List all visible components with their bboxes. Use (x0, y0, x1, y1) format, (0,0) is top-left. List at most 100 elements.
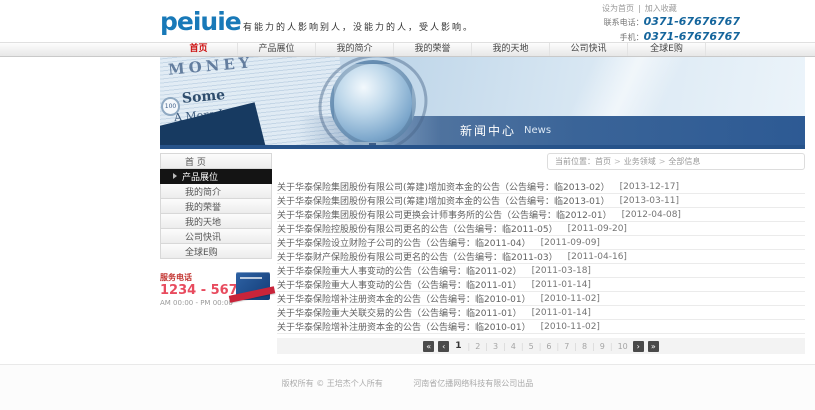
nav-item-world[interactable]: 我的天地 (472, 43, 550, 56)
news-link[interactable]: 关于华泰保险重大人事变动的公告（公告编号：临2011-01） (277, 278, 522, 291)
sidebar-item-label: 产品展位 (182, 170, 218, 183)
news-date: [2011-04-16] (568, 252, 627, 262)
news-date: [2011-01-14] (532, 308, 591, 318)
breadcrumb-crumbs: 首页>业务领域>全部信息 (595, 156, 700, 167)
arrow-right-icon (173, 173, 177, 179)
news-row: 关于华泰保险控股股份有限公司更名的公告（公告编号：临2011-05）[2011-… (277, 222, 805, 236)
pagination-page-link[interactable]: 10 (618, 342, 628, 351)
news-row: 关于华泰保险增补注册资本金的公告（公告编号：临2010-01） [2010-11-… (277, 292, 805, 306)
footer: 版权所有 © 王培杰个人所有 河南省亿播网络科技有限公司出品 (0, 364, 815, 410)
pagination-page-link[interactable]: 5 (529, 342, 534, 351)
pagination-current-page: 1 (455, 341, 461, 351)
sidebar-item-products[interactable]: 产品展位 (160, 169, 272, 184)
news-link[interactable]: 关于华泰保险集团股份有限公司(筹建)增加资本金的公告（公告编号：临2013-01… (277, 194, 610, 207)
news-row: 关于华泰保险重大人事变动的公告（公告编号：临2011-02） [2011-03-1… (277, 264, 805, 278)
breadcrumb-separator: > (659, 157, 666, 166)
pagination-separator: | (485, 342, 488, 351)
navbar: 首页产品展位我的简介我的荣誉我的天地公司快讯全球E购 (0, 42, 815, 57)
nav-item-products[interactable]: 产品展位 (238, 43, 316, 56)
banner: MONEY Some A More L 100 新闻中心 News (160, 57, 805, 149)
mobile-label: 手机： (620, 33, 644, 42)
news-link[interactable]: 关于华泰保险集团股份有限公司(筹建)增加资本金的公告（公告编号：临2013-02… (277, 180, 610, 193)
footer-producer: 河南省亿播网络科技有限公司出品 (413, 379, 533, 388)
news-date: [2010-11-02] (541, 294, 600, 304)
pagination-page-link[interactable]: 6 (546, 342, 551, 351)
quick-links-separator: | (638, 4, 641, 13)
news-row: 关于华泰保险集团股份有限公司(筹建)增加资本金的公告（公告编号：临2013-02… (277, 180, 805, 194)
news-link[interactable]: 关于华泰保险控股股份有限公司更名的公告（公告编号：临2011-05） (277, 222, 558, 235)
pagination-prev-button[interactable]: ‹ (438, 341, 449, 352)
sidebar-item-honor[interactable]: 我的荣誉 (160, 199, 272, 214)
pagination-separator: | (556, 342, 559, 351)
sidebar-item-label: 我的天地 (185, 215, 221, 228)
news-date: [2013-03-11] (620, 196, 679, 206)
sidebar-item-shop[interactable]: 全球E购 (160, 244, 272, 259)
pagination-page-link[interactable]: 3 (493, 342, 498, 351)
sidebar-item-news[interactable]: 公司快讯 (160, 229, 272, 244)
breadcrumb: 当前位置： 首页>业务领域>全部信息 (547, 153, 805, 170)
news-link[interactable]: 关于华泰保险增补注册资本金的公告（公告编号：临2010-01） (277, 292, 531, 305)
pagination-next-button[interactable]: › (633, 341, 644, 352)
nav-item-shop[interactable]: 全球E购 (628, 43, 706, 56)
nav-item-profile[interactable]: 我的简介 (316, 43, 394, 56)
footer-copyright: 版权所有 © 王培杰个人所有 (282, 379, 383, 388)
nav-item-honor[interactable]: 我的荣誉 (394, 43, 472, 56)
news-date: [2012-04-08] (622, 210, 681, 220)
banner-title-cn: 新闻中心 (460, 122, 516, 139)
breadcrumb-link[interactable]: 全部信息 (668, 157, 700, 166)
page: peiuie 有能力的人影响别人，没能力的人，受人影响。 设为首页 | 加入收藏 联… (0, 0, 815, 400)
sidebar-item-world[interactable]: 我的天地 (160, 214, 272, 229)
pagination-separator: | (592, 342, 595, 351)
news-date: [2011-03-18] (532, 266, 591, 276)
sidebar-item-label: 全球E购 (185, 245, 218, 258)
coin-graphic: 100 (161, 97, 180, 116)
phone-number: 0371-67676767 (644, 15, 740, 28)
news-row: 关于华泰保险重大关联交易的公告（公告编号：临2011-01） [2011-01-1… (277, 306, 805, 320)
news-date: [2011-09-09] (541, 238, 600, 248)
news-link[interactable]: 关于华泰保险重大关联交易的公告（公告编号：临2011-01） (277, 306, 522, 319)
pagination-page-link[interactable]: 4 (511, 342, 516, 351)
add-favorite-link[interactable]: 加入收藏 (645, 4, 677, 13)
contact-phone-row: 联系电话：0371-67676767 (604, 14, 740, 29)
main: 首 页产品展位我的简介我的荣誉我的天地公司快讯全球E购 服务电话 1234 - … (160, 153, 805, 354)
pagination-page-link[interactable]: 9 (600, 342, 605, 351)
breadcrumb-link[interactable]: 业务领域 (624, 157, 656, 166)
set-home-link[interactable]: 设为首页 (602, 4, 634, 13)
sidebar-item-profile[interactable]: 我的简介 (160, 184, 272, 199)
pagination-separator: | (468, 342, 471, 351)
contact-mobile-row: 手机：0371-67676767 (604, 29, 740, 44)
sidebar-menu: 首 页产品展位我的简介我的荣誉我的天地公司快讯全球E购 (160, 153, 272, 259)
quick-links: 设为首页 | 加入收藏 (598, 3, 681, 14)
news-row: 关于华泰保险重大人事变动的公告（公告编号：临2011-01）[2011-01-1… (277, 278, 805, 292)
pagination-page-link[interactable]: 8 (582, 342, 587, 351)
globe-icon (330, 60, 416, 146)
pagination-separator: | (539, 342, 542, 351)
tagline: 有能力的人影响别人，没能力的人，受人影响。 (243, 20, 474, 33)
news-link[interactable]: 关于华泰保险增补注册资本金的公告（公告编号：临2010-01） (277, 320, 531, 333)
breadcrumb-link[interactable]: 首页 (595, 157, 611, 166)
news-link[interactable]: 关于华泰保险集团股份有限公司更换会计师事务所的公告（公告编号：临2012-01） (277, 208, 612, 221)
logo: peiuie (160, 7, 241, 36)
news-row: 关于华泰财产保险股份有限公司更名的公告（公告编号：临2011-03） [2011-… (277, 250, 805, 264)
breadcrumb-label: 当前位置： (555, 156, 595, 167)
phone-label: 联系电话： (604, 18, 644, 27)
news-row: 关于华泰保险设立财险子公司的公告（公告编号：临2011-04） [2011-09-… (277, 236, 805, 250)
sidebar-item-label: 我的荣誉 (185, 200, 221, 213)
pagination-page-link[interactable]: 7 (564, 342, 569, 351)
news-link[interactable]: 关于华泰保险设立财险子公司的公告（公告编号：临2011-04） (277, 236, 531, 249)
pagination-first-button[interactable]: « (423, 341, 434, 352)
nav-item-home[interactable]: 首页 (160, 43, 238, 56)
sidebar-item-home[interactable]: 首 页 (160, 154, 272, 169)
pagination-separator: | (574, 342, 577, 351)
sidebar-item-label: 我的简介 (185, 185, 221, 198)
pagination-last-button[interactable]: » (648, 341, 659, 352)
content: 当前位置： 首页>业务领域>全部信息 关于华泰保险集团股份有限公司(筹建)增加资… (272, 153, 805, 354)
banner-title-en: News (524, 125, 551, 136)
news-row: 关于华泰保险集团股份有限公司(筹建)增加资本金的公告（公告编号：临2013-01… (277, 194, 805, 208)
nav-item-news[interactable]: 公司快讯 (550, 43, 628, 56)
pagination-page-link[interactable]: 2 (475, 342, 480, 351)
news-link[interactable]: 关于华泰财产保险股份有限公司更名的公告（公告编号：临2011-03） (277, 250, 558, 263)
news-row: 关于华泰保险集团股份有限公司更换会计师事务所的公告（公告编号：临2012-01）… (277, 208, 805, 222)
pagination-separator: | (521, 342, 524, 351)
news-link[interactable]: 关于华泰保险重大人事变动的公告（公告编号：临2011-02） (277, 264, 522, 277)
